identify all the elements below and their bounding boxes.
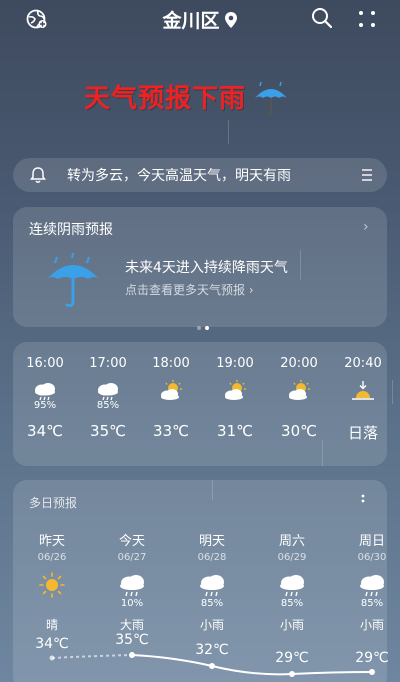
- hour-temp: 30℃: [281, 422, 317, 440]
- hour-time: 19:00: [216, 356, 254, 371]
- hour-precip: [333, 400, 393, 412]
- hour-time: 20:40: [344, 356, 382, 371]
- hour-time: 16:00: [26, 356, 64, 371]
- bell-icon: [30, 167, 46, 183]
- hour-time: 18:00: [152, 356, 190, 371]
- hour-time: 17:00: [89, 356, 127, 371]
- rain-card-title: 连续阴雨预报: [29, 222, 113, 238]
- trend-point: [49, 655, 55, 661]
- top-bar: 金川区: [0, 0, 400, 38]
- partly-cloudy-icon: [161, 380, 182, 400]
- sunset-icon: [352, 381, 374, 400]
- more-dots-icon[interactable]: [356, 8, 378, 30]
- umbrella-rain-icon: [255, 81, 287, 116]
- rain-forecast-main: 未来4天进入持续降雨天气: [125, 260, 288, 276]
- list-menu-icon[interactable]: [360, 167, 374, 183]
- cloud-rain-icon: [98, 383, 118, 401]
- trend-point: [369, 669, 375, 675]
- rain-forecast-link[interactable]: 点击查看更多天气预报 ›: [125, 281, 254, 298]
- cloud-rain-icon: [35, 383, 55, 401]
- page-indicator: [195, 315, 211, 334]
- hour-temp: 34℃: [27, 422, 63, 440]
- hour-temp: 35℃: [90, 422, 126, 440]
- daily-forecast-card[interactable]: 多日预报 昨天 06/26 晴 今天 06/27 10% 大雨 明天 06/28…: [13, 480, 389, 682]
- alert-text: 转为多云，今天高温天气，明天有雨: [67, 168, 291, 184]
- partly-cloudy-icon: [225, 380, 246, 400]
- hour-precip: [141, 400, 201, 412]
- trend-point: [209, 663, 215, 669]
- hour-precip: 95%: [33, 400, 57, 411]
- trend-point: [289, 671, 295, 677]
- banner-title: 天气预报下雨: [84, 84, 247, 114]
- location-pin-icon: [224, 12, 237, 28]
- temperature-trend-line: [49, 652, 375, 677]
- hour-item: 19:00 31℃: [205, 356, 265, 440]
- umbrella-icon: [47, 253, 99, 307]
- chevron-right-icon: ›: [363, 219, 369, 235]
- city-title[interactable]: 金川区: [0, 6, 400, 33]
- city-name: 金川区: [162, 10, 220, 32]
- hour-precip: 85%: [96, 400, 120, 411]
- hour-item: 17:00 85% 35℃: [78, 356, 138, 440]
- hourly-forecast-card[interactable]: 16:00 95% 34℃ 17:00 85% 35℃ 18:00 33℃ 19…: [13, 342, 387, 466]
- hour-precip: [205, 400, 265, 412]
- hour-item: 20:40 日落: [333, 356, 393, 443]
- continuous-rain-card[interactable]: 连续阴雨预报 › 未来4天进入持续降雨天气 点击查看更多天气预报 ›: [13, 207, 387, 330]
- hour-time: 20:00: [280, 356, 318, 371]
- hour-temp: 31℃: [217, 422, 253, 440]
- page-dot: [197, 326, 201, 330]
- search-icon[interactable]: [310, 6, 334, 30]
- hour-temp: 日落: [347, 424, 378, 442]
- hour-item: 16:00 95% 34℃: [15, 356, 75, 440]
- hour-temp: 33℃: [153, 422, 189, 440]
- hour-precip: [269, 400, 329, 412]
- weather-alert-bar[interactable]: 转为多云，今天高温天气，明天有雨: [13, 158, 387, 192]
- hour-item: 20:00 30℃: [269, 356, 329, 440]
- partly-cloudy-icon: [289, 380, 310, 400]
- page-dot-active: [205, 326, 209, 330]
- hour-item: 18:00 33℃: [141, 356, 201, 440]
- trend-point: [129, 652, 135, 658]
